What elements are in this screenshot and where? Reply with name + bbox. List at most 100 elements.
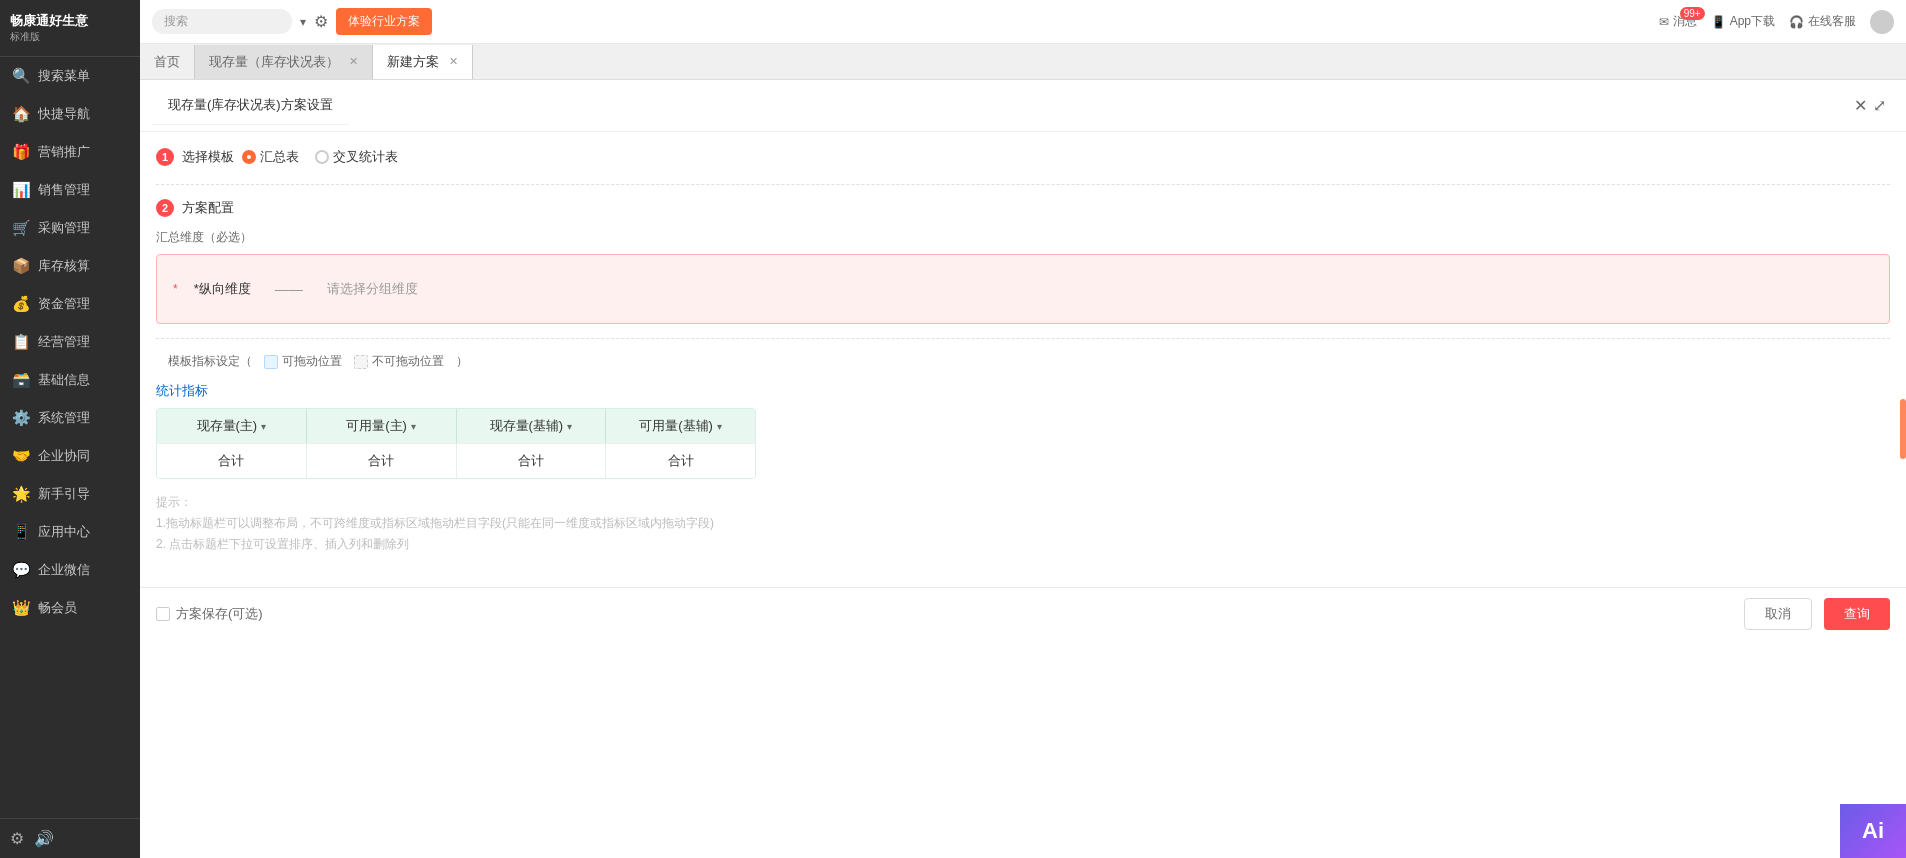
- panel-close-button[interactable]: ✕: [1854, 96, 1867, 115]
- tab-new-scheme-label: 新建方案: [387, 53, 439, 71]
- divider-2: [156, 338, 1890, 339]
- col-current-main-label: 现存量(主): [197, 417, 258, 435]
- sidebar-item-appcenter[interactable]: 📱 应用中心: [0, 513, 140, 551]
- messages-button[interactable]: ✉ 消息 99+: [1659, 13, 1697, 30]
- settings-icon[interactable]: ⚙: [314, 12, 328, 31]
- operations-icon: 📋: [12, 333, 30, 351]
- save-option[interactable]: 方案保存(可选): [156, 605, 263, 623]
- hints-box: 提示： 1.拖动标题栏可以调整布局，不可跨维度或指标区域拖动栏目字段(只能在同一…: [156, 494, 1890, 553]
- panel-title: 现存量(库存状况表)方案设置: [152, 86, 349, 125]
- sidebar-item-label: 经营管理: [38, 333, 90, 351]
- col-available-aux[interactable]: 可用量(基辅) ▾: [606, 409, 755, 443]
- dimension-box[interactable]: * *纵向维度 —— 请选择分组维度: [156, 254, 1890, 324]
- step2-section: 2 方案配置 汇总维度（必选） * *纵向维度 —— 请选择分组维度 模板指标设…: [156, 199, 1890, 553]
- save-checkbox[interactable]: [156, 607, 170, 621]
- app-download-button[interactable]: 📱 App下载: [1711, 13, 1775, 30]
- settings-bottom-icon[interactable]: ⚙: [10, 829, 24, 848]
- search-box[interactable]: 搜索: [152, 9, 292, 34]
- sidebar-item-member[interactable]: 👑 畅会员: [0, 589, 140, 627]
- mobile-icon: 📱: [1711, 15, 1726, 29]
- cancel-button[interactable]: 取消: [1744, 598, 1812, 630]
- content-area: 现存量(库存状况表)方案设置 ✕ ⤢ 1 选择模板 汇总表: [140, 80, 1906, 858]
- template-radio-group: 汇总表 交叉统计表: [242, 148, 398, 166]
- tab-inventory-close[interactable]: ✕: [349, 55, 358, 68]
- chevron-down-icon: ▾: [261, 421, 266, 432]
- sidebar-item-search-menu[interactable]: 🔍 搜索菜单: [0, 57, 140, 95]
- sidebar-item-label: 搜索菜单: [38, 67, 90, 85]
- draggable-label: 可拖动位置: [282, 353, 342, 370]
- headset-icon: 🎧: [1789, 15, 1804, 29]
- dim-vertical-label: *纵向维度: [194, 280, 251, 298]
- col-current-aux-label: 现存量(基辅): [490, 417, 564, 435]
- ai-button[interactable]: Ai: [1840, 804, 1906, 858]
- tab-new-scheme[interactable]: 新建方案 ✕: [373, 45, 473, 79]
- footer-actions: 取消 查询: [1744, 598, 1890, 630]
- search-placeholder: 搜索: [164, 14, 188, 28]
- indicator-section: 统计指标 现存量(主) ▾ 可用量(主) ▾: [156, 382, 1890, 482]
- divider-1: [156, 184, 1890, 185]
- wechat-icon: 💬: [12, 561, 30, 579]
- scheme-dropdown[interactable]: ▾: [300, 15, 306, 29]
- online-service-label: 在线客服: [1808, 13, 1856, 30]
- sidebar-item-enterprise[interactable]: 🤝 企业协同: [0, 437, 140, 475]
- purchase-icon: 🛒: [12, 219, 30, 237]
- sidebar-item-label: 畅会员: [38, 599, 77, 617]
- sidebar-item-finance[interactable]: 💰 资金管理: [0, 285, 140, 323]
- non-draggable-legend-box: [354, 355, 368, 369]
- stats-label: 统计指标: [156, 382, 1890, 400]
- top-bar-right: ✉ 消息 99+ 📱 App下载 🎧 在线客服: [1659, 10, 1894, 34]
- radio-summary-circle: [242, 150, 256, 164]
- messages-badge: 99+: [1680, 7, 1705, 20]
- message-icon: ✉: [1659, 15, 1669, 29]
- footer-bar: 方案保存(可选) 取消 查询: [140, 587, 1906, 640]
- col-available-aux-label: 可用量(基辅): [639, 417, 713, 435]
- sidebar-item-purchase[interactable]: 🛒 采购管理: [0, 209, 140, 247]
- tab-home[interactable]: 首页: [140, 45, 195, 79]
- quick-nav-icon: 🏠: [12, 105, 30, 123]
- scrollbar-handle[interactable]: [1900, 399, 1906, 459]
- sidebar-item-sales[interactable]: 📊 销售管理: [0, 171, 140, 209]
- tab-new-scheme-close[interactable]: ✕: [449, 55, 458, 68]
- radio-summary[interactable]: 汇总表: [242, 148, 299, 166]
- sidebar-item-label: 快捷导航: [38, 105, 90, 123]
- app-name: 畅康通好生意: [10, 12, 130, 30]
- radio-summary-label: 汇总表: [260, 148, 299, 166]
- top-bar-left: 搜索 ▾ ⚙ 体验行业方案: [152, 8, 1651, 35]
- sidebar-item-label: 企业协同: [38, 447, 90, 465]
- tab-inventory-status[interactable]: 现存量（库存状况表） ✕: [195, 45, 373, 79]
- sidebar-item-quick-nav[interactable]: 🏠 快捷导航: [0, 95, 140, 133]
- app-download-label: App下载: [1730, 13, 1775, 30]
- col-current-main[interactable]: 现存量(主) ▾: [157, 409, 307, 443]
- step2-badge: 2: [156, 199, 174, 217]
- online-service-button[interactable]: 🎧 在线客服: [1789, 13, 1856, 30]
- panel-top: 现存量(库存状况表)方案设置 ✕ ⤢: [140, 80, 1906, 132]
- sidebar: 畅康通好生意 标准版 🔍 搜索菜单 🏠 快捷导航 🎁 营销推广 📊 销售管理 🛒…: [0, 0, 140, 858]
- stats-table: 现存量(主) ▾ 可用量(主) ▾ 现存量(基辅) ▾: [156, 408, 756, 479]
- sidebar-item-operations[interactable]: 📋 经营管理: [0, 323, 140, 361]
- radio-cross[interactable]: 交叉统计表: [315, 148, 398, 166]
- legend-non-draggable: 不可拖动位置: [354, 353, 444, 370]
- sidebar-item-inventory[interactable]: 📦 库存核算: [0, 247, 140, 285]
- step1-badge: 1: [156, 148, 174, 166]
- sidebar-item-label: 资金管理: [38, 295, 90, 313]
- app-edition: 标准版: [10, 30, 130, 44]
- sidebar-item-marketing[interactable]: 🎁 营销推广: [0, 133, 140, 171]
- user-avatar[interactable]: [1870, 10, 1894, 34]
- col-current-aux[interactable]: 现存量(基辅) ▾: [457, 409, 607, 443]
- sidebar-item-system[interactable]: ⚙️ 系统管理: [0, 399, 140, 437]
- inventory-icon: 📦: [12, 257, 30, 275]
- hint-2: 2. 点击标题栏下拉可设置排序、插入列和删除列: [156, 536, 1890, 553]
- sidebar-item-newguide[interactable]: 🌟 新手引导: [0, 475, 140, 513]
- panel-expand-button[interactable]: ⤢: [1873, 96, 1886, 115]
- col-available-main[interactable]: 可用量(主) ▾: [307, 409, 457, 443]
- query-button[interactable]: 查询: [1824, 598, 1890, 630]
- sidebar-item-basics[interactable]: 🗃️ 基础信息: [0, 361, 140, 399]
- hint-title: 提示：: [156, 494, 1890, 511]
- audio-bottom-icon[interactable]: 🔊: [34, 829, 54, 848]
- cell-0-3: 合计: [606, 443, 755, 478]
- sidebar-item-wechat[interactable]: 💬 企业微信: [0, 551, 140, 589]
- indicator-legend: 模板指标设定（ 可拖动位置 不可拖动位置 ）: [156, 353, 1890, 370]
- appcenter-icon: 📱: [12, 523, 30, 541]
- trial-button[interactable]: 体验行业方案: [336, 8, 432, 35]
- dim-placeholder: 请选择分组维度: [327, 280, 418, 298]
